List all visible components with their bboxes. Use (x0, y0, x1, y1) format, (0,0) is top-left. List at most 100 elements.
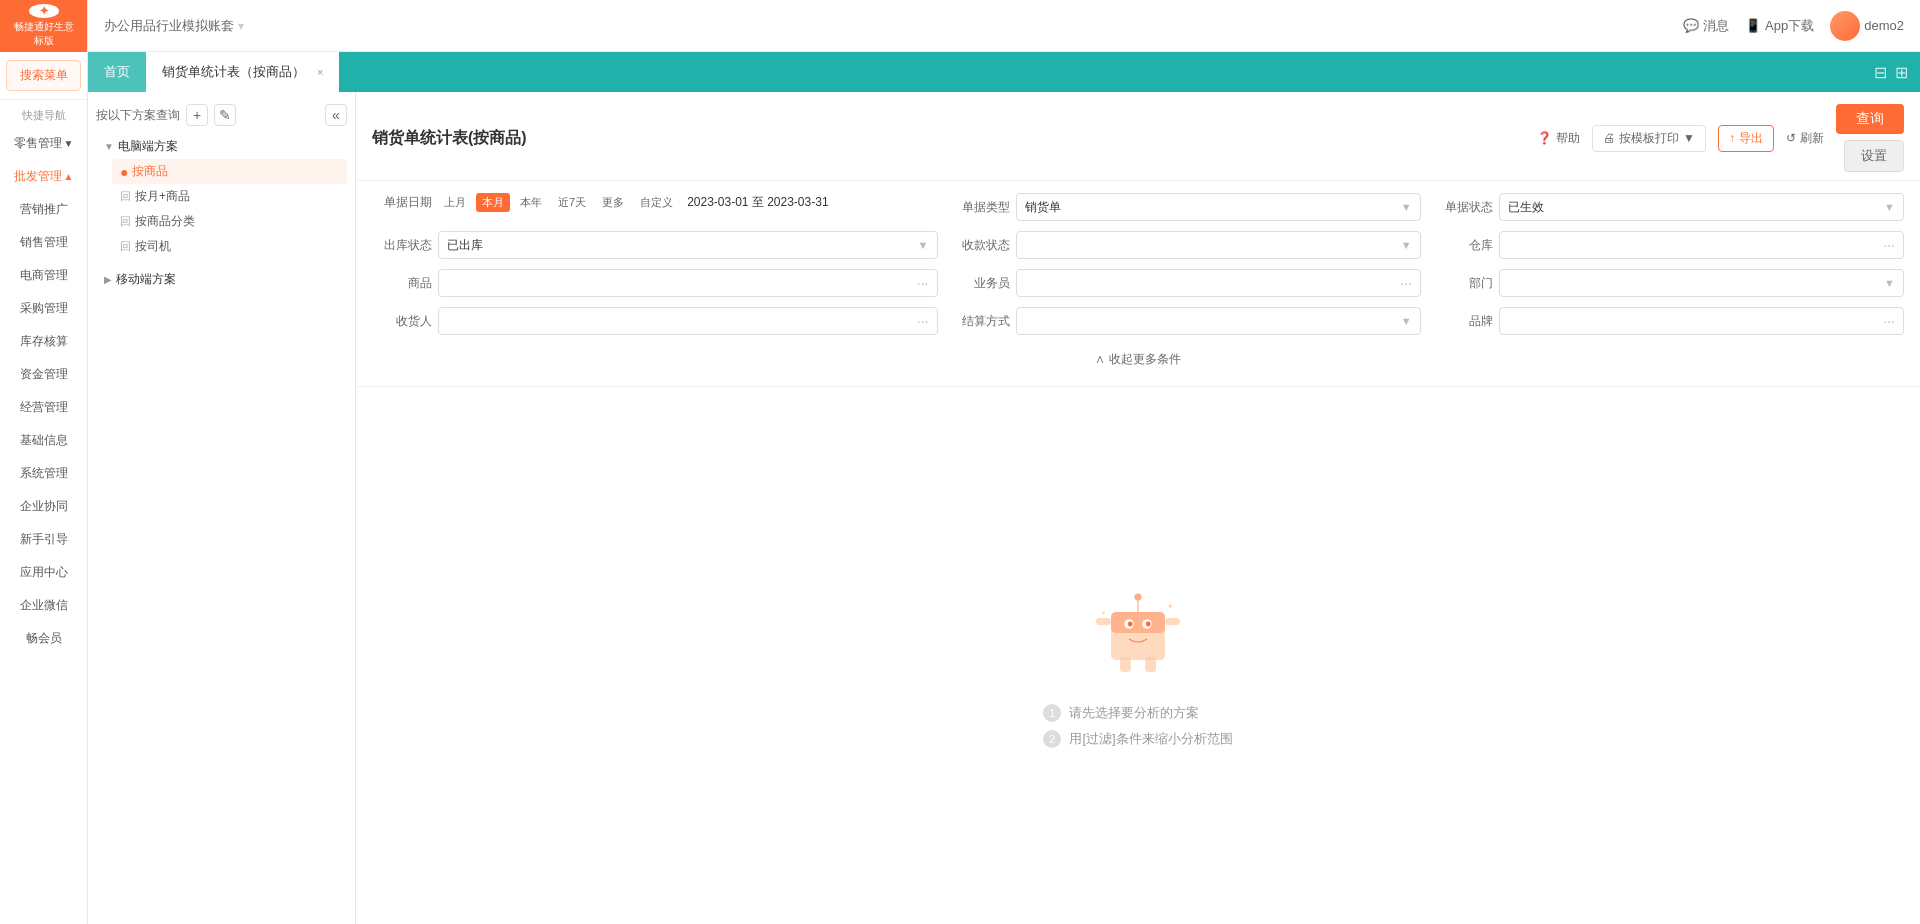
logo-text: 畅捷通好生意 (14, 20, 74, 34)
template-print-button[interactable]: 🖨 按模板打印 ▼ (1592, 125, 1706, 152)
scheme-month-icon: 回 (120, 189, 131, 204)
user-avatar-button[interactable]: demo2 (1830, 11, 1904, 41)
header-right: 💬 消息 📱 App下载 demo2 (1683, 11, 1904, 41)
sidebar-item-sales[interactable]: 销售管理 (0, 226, 87, 259)
shortcut-this-year[interactable]: 本年 (514, 193, 548, 212)
brand-select[interactable]: ··· (1499, 307, 1904, 335)
scheme-by-product[interactable]: ● 按商品 (112, 159, 347, 184)
tab-active[interactable]: 销货单统计表（按商品） × (146, 52, 339, 92)
sidebar-item-system[interactable]: 系统管理 (0, 457, 87, 490)
avatar (1830, 11, 1860, 41)
collapse-filters-button[interactable]: ∧ 收起更多条件 (372, 345, 1904, 374)
tab-maximize-icon[interactable]: ⊞ (1895, 63, 1908, 82)
sidebar-item-member[interactable]: 畅会员 (0, 622, 87, 655)
tabs-bar-right: ⊟ ⊞ (1874, 63, 1920, 82)
salesperson-select[interactable]: ··· (1016, 269, 1421, 297)
sidebar-item-enterprise[interactable]: 企业协同 (0, 490, 87, 523)
out-status-select[interactable]: 已出库 ▼ (438, 231, 938, 259)
collapse-label: ∧ 收起更多条件 (1095, 351, 1180, 368)
svg-point-4 (1128, 621, 1133, 626)
empty-tip-1: 1 请先选择要分析的方案 (1043, 704, 1232, 722)
basic-label: 基础信息 (20, 432, 68, 449)
edit-scheme-button[interactable]: ✎ (214, 104, 236, 126)
pc-schemes-parent[interactable]: ▼ 电脑端方案 (96, 134, 347, 159)
sidebar-item-ecommerce[interactable]: 电商管理 (0, 259, 87, 292)
shortcut-last-month[interactable]: 上月 (438, 193, 472, 212)
empty-state: ✦ ✦ 1 请先选择要分析的方案 2 用[过滤]条件来缩小分析范围 (356, 387, 1920, 924)
empty-tips: 1 请先选择要分析的方案 2 用[过滤]条件来缩小分析范围 (1043, 704, 1232, 748)
date-range-display[interactable]: 2023-03-01 至 2023-03-31 (687, 194, 828, 211)
sidebar-item-wechat[interactable]: 企业微信 (0, 589, 87, 622)
print-icon: 🖨 (1603, 131, 1615, 145)
purchase-label: 采购管理 (20, 300, 68, 317)
dept-label: 部门 (1433, 275, 1493, 292)
doc-type-select[interactable]: 销货单 ▼ (1016, 193, 1421, 221)
salesperson-dots: ··· (1400, 275, 1412, 291)
shortcut-more[interactable]: 更多 (596, 193, 630, 212)
payment-select[interactable]: ▼ (1016, 307, 1421, 335)
sidebar-item-guide[interactable]: 新手引导 (0, 523, 87, 556)
collapse-scheme-button[interactable]: « (325, 104, 347, 126)
scheme-by-month-product[interactable]: 回 按月+商品 (112, 184, 347, 209)
product-select[interactable]: ··· (438, 269, 938, 297)
wholesale-label: 批发管理 (14, 168, 62, 185)
tab-home-label: 首页 (104, 63, 130, 81)
help-icon: ❓ (1537, 131, 1552, 145)
svg-point-11 (1134, 593, 1141, 600)
sidebar-item-retail[interactable]: 零售管理 ▼ (0, 127, 87, 160)
shortcut-this-month[interactable]: 本月 (476, 193, 510, 212)
help-button[interactable]: ❓ 帮助 (1537, 130, 1580, 147)
page-actions: ❓ 帮助 🖨 按模板打印 ▼ ↑ 导出 ↺ (1537, 104, 1904, 172)
receiver-select[interactable]: ··· (438, 307, 938, 335)
export-button[interactable]: ↑ 导出 (1718, 125, 1774, 152)
out-status-value: 已出库 (447, 237, 483, 254)
query-button[interactable]: 查询 (1836, 104, 1904, 134)
payment-arrow: ▼ (1401, 315, 1412, 327)
scheme-by-cashier[interactable]: 回 按司机 (112, 234, 347, 259)
mobile-schemes-label: 移动端方案 (116, 271, 176, 288)
empty-illustration: ✦ ✦ (1078, 564, 1198, 684)
sidebar-item-inventory[interactable]: 库存核算 (0, 325, 87, 358)
wechat-label: 企业微信 (20, 597, 68, 614)
dept-select[interactable]: ▼ (1499, 269, 1904, 297)
doc-status-value: 已生效 (1508, 199, 1544, 216)
settings-button[interactable]: 设置 (1844, 140, 1904, 172)
logo-icon: ✦ (29, 4, 59, 18)
refresh-button[interactable]: ↺ 刷新 (1786, 130, 1824, 147)
sidebar-item-finance[interactable]: 资金管理 (0, 358, 87, 391)
pc-schemes-triangle: ▼ (104, 141, 114, 152)
shortcut-custom[interactable]: 自定义 (634, 193, 679, 212)
scheme-by-category[interactable]: 回 按商品分类 (112, 209, 347, 234)
sidebar-item-basic[interactable]: 基础信息 (0, 424, 87, 457)
warehouse-select[interactable]: ··· (1499, 231, 1904, 259)
payment-label: 结算方式 (950, 313, 1010, 330)
sidebar-item-purchase[interactable]: 采购管理 (0, 292, 87, 325)
search-menu-button[interactable]: 搜索菜单 (6, 60, 81, 91)
wholesale-arrow: ▲ (64, 171, 74, 182)
tab-home[interactable]: 首页 (88, 52, 146, 92)
mobile-schemes-parent[interactable]: ▶ 移动端方案 (96, 267, 347, 292)
message-button[interactable]: 💬 消息 (1683, 17, 1729, 35)
tabs-bar: 首页 销货单统计表（按商品） × ⊟ ⊞ (88, 52, 1920, 92)
top-header: 办公用品行业模拟账套 ▾ 💬 消息 📱 App下载 demo2 (88, 0, 1920, 52)
tab-minimize-icon[interactable]: ⊟ (1874, 63, 1887, 82)
guide-label: 新手引导 (20, 531, 68, 548)
right-content: 销货单统计表(按商品) ❓ 帮助 🖨 按模板打印 ▼ ↑ (356, 92, 1920, 924)
shortcut-7days[interactable]: 近7天 (552, 193, 592, 212)
app-download-button[interactable]: 📱 App下载 (1745, 17, 1814, 35)
add-scheme-button[interactable]: + (186, 104, 208, 126)
page-header: 销货单统计表(按商品) ❓ 帮助 🖨 按模板打印 ▼ ↑ (356, 92, 1920, 181)
pc-schemes-children: ● 按商品 回 按月+商品 回 按商品分类 回 按司机 (96, 159, 347, 259)
tab-close-button[interactable]: × (317, 66, 323, 78)
sidebar-item-wholesale[interactable]: 批发管理 ▲ (0, 160, 87, 193)
doc-status-select[interactable]: 已生效 ▼ (1499, 193, 1904, 221)
doc-type-label: 单据类型 (950, 199, 1010, 216)
sidebar-item-operations[interactable]: 经营管理 (0, 391, 87, 424)
collect-status-select[interactable]: ▼ (1016, 231, 1421, 259)
sidebar-item-apps[interactable]: 应用中心 (0, 556, 87, 589)
breadcrumb-chevron: ▾ (238, 19, 244, 33)
salesperson-label: 业务员 (950, 275, 1010, 292)
sidebar-item-marketing[interactable]: 营销推广 (0, 193, 87, 226)
svg-rect-8 (1120, 657, 1131, 672)
tip2-num: 2 (1043, 730, 1061, 748)
